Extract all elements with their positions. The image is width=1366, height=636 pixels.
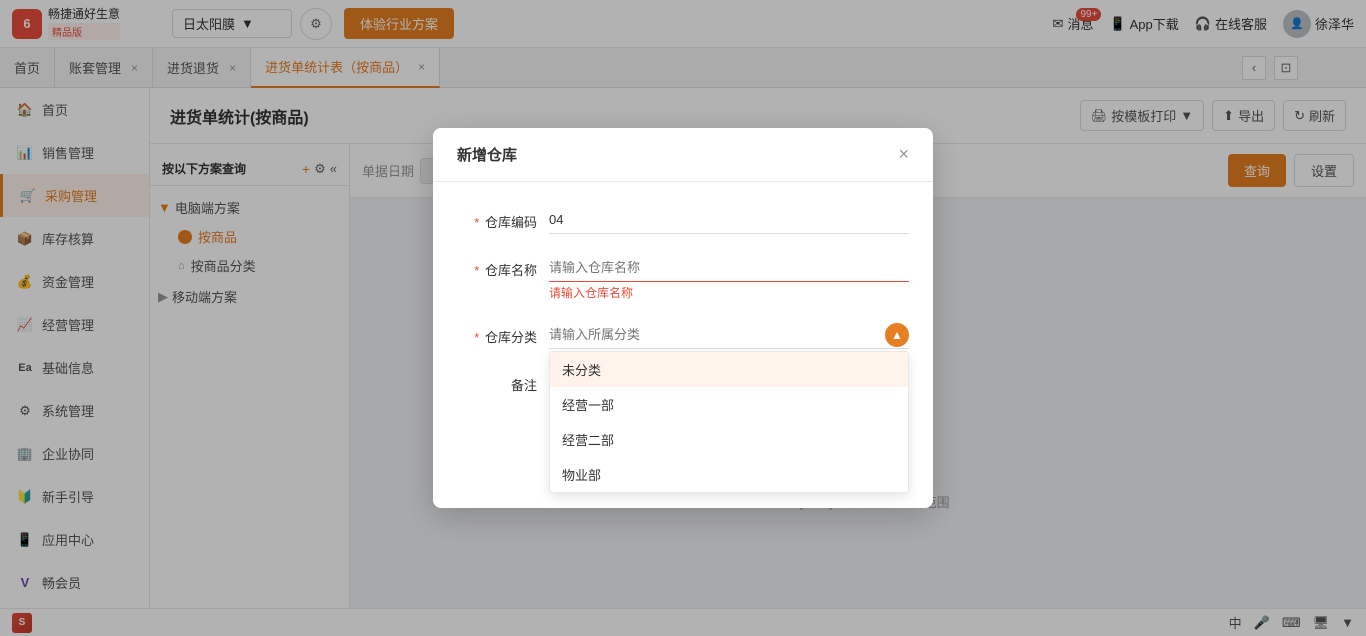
- name-label: * 仓库名称: [457, 254, 537, 279]
- category-label: * 仓库分类: [457, 321, 537, 346]
- dropdown-item-3[interactable]: 物业部: [550, 457, 908, 492]
- modal-overlay[interactable]: 新增仓库 × * 仓库编码 * 仓库名称: [0, 0, 1366, 636]
- name-error-msg: 请输入仓库名称: [549, 284, 909, 301]
- modal-dialog: 新增仓库 × * 仓库编码 * 仓库名称: [433, 128, 933, 508]
- modal-header: 新增仓库 ×: [433, 128, 933, 182]
- form-row-code: * 仓库编码: [457, 206, 909, 234]
- modal-title: 新增仓库: [457, 144, 517, 165]
- code-label: * 仓库编码: [457, 206, 537, 231]
- dropdown-item-1[interactable]: 经营一部: [550, 387, 908, 422]
- name-input[interactable]: [549, 254, 909, 282]
- category-toggle-btn[interactable]: ▲: [885, 323, 909, 347]
- note-label: 备注: [457, 369, 537, 394]
- code-field: [549, 206, 909, 234]
- category-dropdown: 未分类 经营一部 经营二部 物业部: [549, 351, 909, 493]
- form-row-category: * 仓库分类 ▲ 未分类 经营一部 经营二部 物业部: [457, 321, 909, 349]
- name-field: 请输入仓库名称: [549, 254, 909, 301]
- modal-body: * 仓库编码 * 仓库名称 请输入仓库名称: [433, 182, 933, 441]
- code-input[interactable]: [549, 206, 909, 234]
- form-row-name: * 仓库名称 请输入仓库名称: [457, 254, 909, 301]
- dropdown-item-2[interactable]: 经营二部: [550, 422, 908, 457]
- category-input[interactable]: [549, 321, 909, 349]
- category-field: ▲ 未分类 经营一部 经营二部 物业部: [549, 321, 909, 349]
- dropdown-item-0[interactable]: 未分类: [550, 352, 908, 387]
- modal-close-button[interactable]: ×: [898, 144, 909, 165]
